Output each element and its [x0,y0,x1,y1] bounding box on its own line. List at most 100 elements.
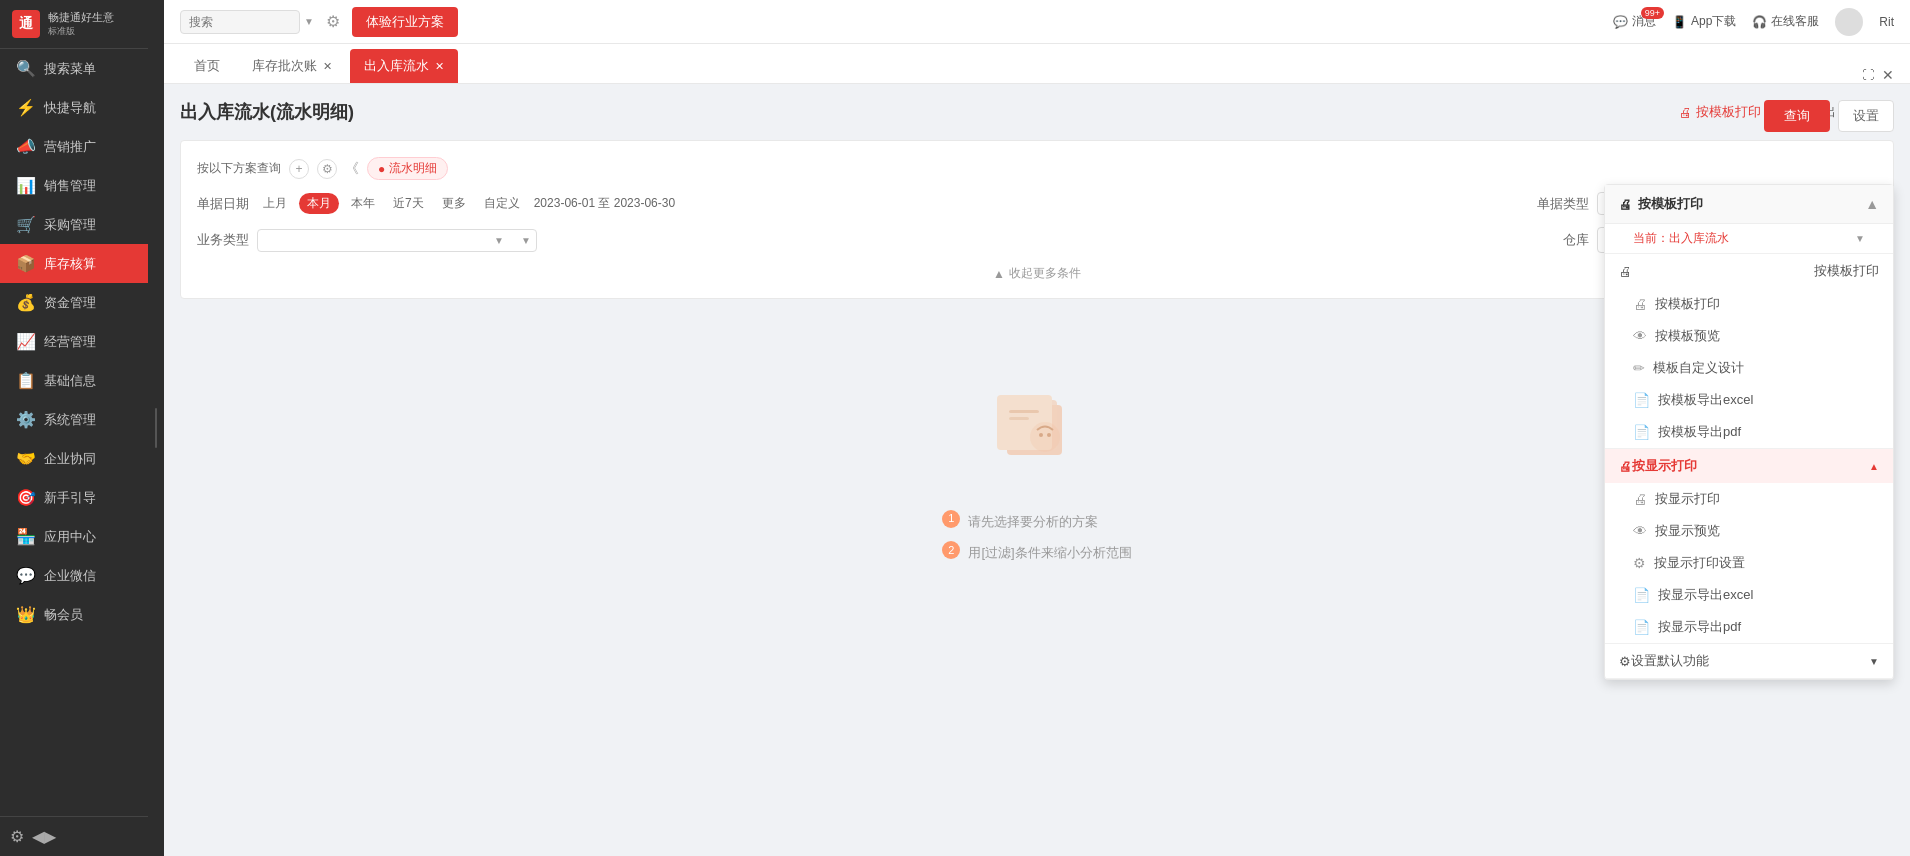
dropdown-current-chevron-icon: ▼ [1855,233,1865,244]
topbar-right-area: 💬 消息 99+ 📱 App下载 🎧 在线客服 Rit [1613,8,1894,36]
sidebar-item-search[interactable]: 🔍 搜索菜单 [0,49,148,88]
date-field: 单据日期 上月 本月 本年 近7天 更多 自定义 2023-06-01 至 20… [197,193,675,214]
app-logo-badge: 标准版 [48,25,114,38]
dropdown-template-section-label: 按模板打印 [1814,262,1879,280]
dropdown-close-icon[interactable]: ▲ [1865,196,1879,212]
wechat-icon: 💬 [16,566,36,585]
main-area: ▼ ⚙ 体验行业方案 💬 消息 99+ 📱 App下载 🎧 在线客服 [164,0,1910,856]
purchase-icon: 🛒 [16,215,36,234]
flow-detail-tag-icon: ● [378,162,385,176]
sidebar-item-shortcut[interactable]: ⚡ 快捷导航 [0,88,148,127]
dropdown-display-section-label: 按显示打印 [1632,457,1697,475]
tab-batch-close-icon[interactable]: ✕ [323,60,332,73]
sidebar-collapse-button[interactable]: ◀▶ [32,827,56,846]
tab-flow-label: 出入库流水 [364,57,429,75]
dropdown-current-row[interactable]: 当前：出入库流水 ▼ [1605,224,1893,253]
dropdown-display-section-icon: 🖨 [1619,459,1632,474]
tab-bar-right: ⛶ ✕ [1862,67,1894,83]
sidebar-item-guide[interactable]: 🎯 新手引导 [0,478,148,517]
dropdown-display-header[interactable]: 🖨 按显示打印 ▲ [1605,449,1893,483]
page-header: 出入库流水(流水明细) 🖨 按模板打印 ▲ 📤 导出 🔄 刷新 [180,100,1894,124]
sidebar-settings-button[interactable]: ⚙ [10,827,24,846]
dropdown-settings-header[interactable]: ⚙ 设置默认功能 ▼ [1605,644,1893,678]
display-excel-icon: 📄 [1633,587,1650,603]
dropdown-title-label: 按模板打印 [1638,195,1703,213]
online-service-button[interactable]: 🎧 在线客服 [1752,13,1819,30]
query-button[interactable]: 查询 [1764,100,1830,132]
sidebar-item-label: 新手引导 [44,489,96,507]
date-opt-7days[interactable]: 近7天 [387,193,430,214]
query-actions: 查询 设置 [1764,100,1894,132]
sidebar-item-inventory[interactable]: 📦 库存核算 [0,244,148,283]
dropdown-template-section-icon: 🖨 [1619,264,1632,279]
user-avatar[interactable] [1835,8,1863,36]
member-icon: 👑 [16,605,36,624]
template-preview-icon: 👁 [1633,328,1647,344]
template-excel-label: 按模板导出excel [1658,391,1753,409]
message-button[interactable]: 💬 消息 99+ [1613,13,1656,30]
date-opt-custom[interactable]: 自定义 [478,193,526,214]
sidebar-resize-handle[interactable] [148,0,164,856]
sidebar-item-marketing[interactable]: 📣 营销推广 [0,127,148,166]
app-download-button[interactable]: 📱 App下载 [1672,13,1736,30]
date-opt-this-year[interactable]: 本年 [345,193,381,214]
template-excel-icon: 📄 [1633,392,1650,408]
sidebar-item-wechat[interactable]: 💬 企业微信 [0,556,148,595]
industry-solution-button[interactable]: 体验行业方案 [352,7,458,37]
dropdown-item-display-settings[interactable]: ⚙ 按显示打印设置 [1605,547,1893,579]
tab-batch[interactable]: 库存批次账 ✕ [238,49,346,83]
settings-query-button[interactable]: 设置 [1838,100,1894,132]
dropdown-settings-section: ⚙ 设置默认功能 ▼ [1605,644,1893,679]
sidebar-item-system[interactable]: ⚙️ 系统管理 [0,400,148,439]
flow-detail-tag-label: 流水明细 [389,160,437,177]
sidebar-item-purchase[interactable]: 🛒 采购管理 [0,205,148,244]
dropdown-item-display-print[interactable]: 🖨 按显示打印 [1605,483,1893,515]
topbar-search-area: ▼ [180,10,314,34]
tab-home[interactable]: 首页 [180,49,234,83]
sidebar-item-basic[interactable]: 📋 基础信息 [0,361,148,400]
sidebar-item-label: 应用中心 [44,528,96,546]
template-print-item-label: 按模板打印 [1655,295,1720,313]
tab-bar: 首页 库存批次账 ✕ 出入库流水 ✕ ⛶ ✕ [164,44,1910,84]
tab-flow[interactable]: 出入库流水 ✕ [350,49,458,83]
filter-add-button[interactable]: + [289,159,309,179]
filter-settings-button[interactable]: ⚙ [317,159,337,179]
flow-detail-tag[interactable]: ● 流水明细 [367,157,448,180]
username-label: Rit [1879,15,1894,29]
dropdown-item-template-excel[interactable]: 📄 按模板导出excel [1605,384,1893,416]
template-preview-label: 按模板预览 [1655,327,1720,345]
dropdown-item-display-preview[interactable]: 👁 按显示预览 [1605,515,1893,547]
date-opt-this-month[interactable]: 本月 [299,193,339,214]
sidebar-item-appstore[interactable]: 🏪 应用中心 [0,517,148,556]
filter-collapse-icon[interactable]: 《 [345,160,359,178]
sidebar-item-label: 经营管理 [44,333,96,351]
topbar: ▼ ⚙ 体验行业方案 💬 消息 99+ 📱 App下载 🎧 在线客服 [164,0,1910,44]
sidebar-item-finance[interactable]: 💰 资金管理 [0,283,148,322]
date-opt-more[interactable]: 更多 [436,193,472,214]
chevron-up-icon: ▲ [993,267,1005,281]
dropdown-item-display-excel[interactable]: 📄 按显示导出excel [1605,579,1893,611]
business-type-select[interactable]: ▼ [257,229,537,252]
sidebar-item-collab[interactable]: 🤝 企业协同 [0,439,148,478]
tab-expand-icon[interactable]: ⛶ [1862,68,1874,82]
filter-header: 按以下方案查询 + ⚙ 《 ● 流水明细 [197,157,1877,180]
search-icon: 🔍 [16,59,36,78]
sidebar-item-sales[interactable]: 📊 销售管理 [0,166,148,205]
sidebar-item-operation[interactable]: 📈 经营管理 [0,322,148,361]
tab-flow-close-icon[interactable]: ✕ [435,60,444,73]
collapse-conditions-button[interactable]: ▲ 收起更多条件 [993,265,1081,282]
dropdown-item-template-print[interactable]: 🖨 按模板打印 [1605,288,1893,320]
date-range-label: 2023-06-01 至 2023-06-30 [534,195,675,212]
topbar-gear-icon[interactable]: ⚙ [326,12,340,31]
dropdown-item-template-preview[interactable]: 👁 按模板预览 [1605,320,1893,352]
dropdown-template-header[interactable]: 🖨 按模板打印 [1605,254,1893,288]
date-opt-last-month[interactable]: 上月 [257,193,293,214]
sidebar-item-member[interactable]: 👑 畅会员 [0,595,148,634]
search-input[interactable] [180,10,300,34]
tab-window-close-icon[interactable]: ✕ [1882,67,1894,83]
dropdown-item-template-design[interactable]: ✏ 模板自定义设计 [1605,352,1893,384]
dropdown-item-template-pdf[interactable]: 📄 按模板导出pdf [1605,416,1893,448]
appstore-icon: 🏪 [16,527,36,546]
display-print-label: 按显示打印 [1655,490,1720,508]
dropdown-item-display-pdf[interactable]: 📄 按显示导出pdf [1605,611,1893,643]
